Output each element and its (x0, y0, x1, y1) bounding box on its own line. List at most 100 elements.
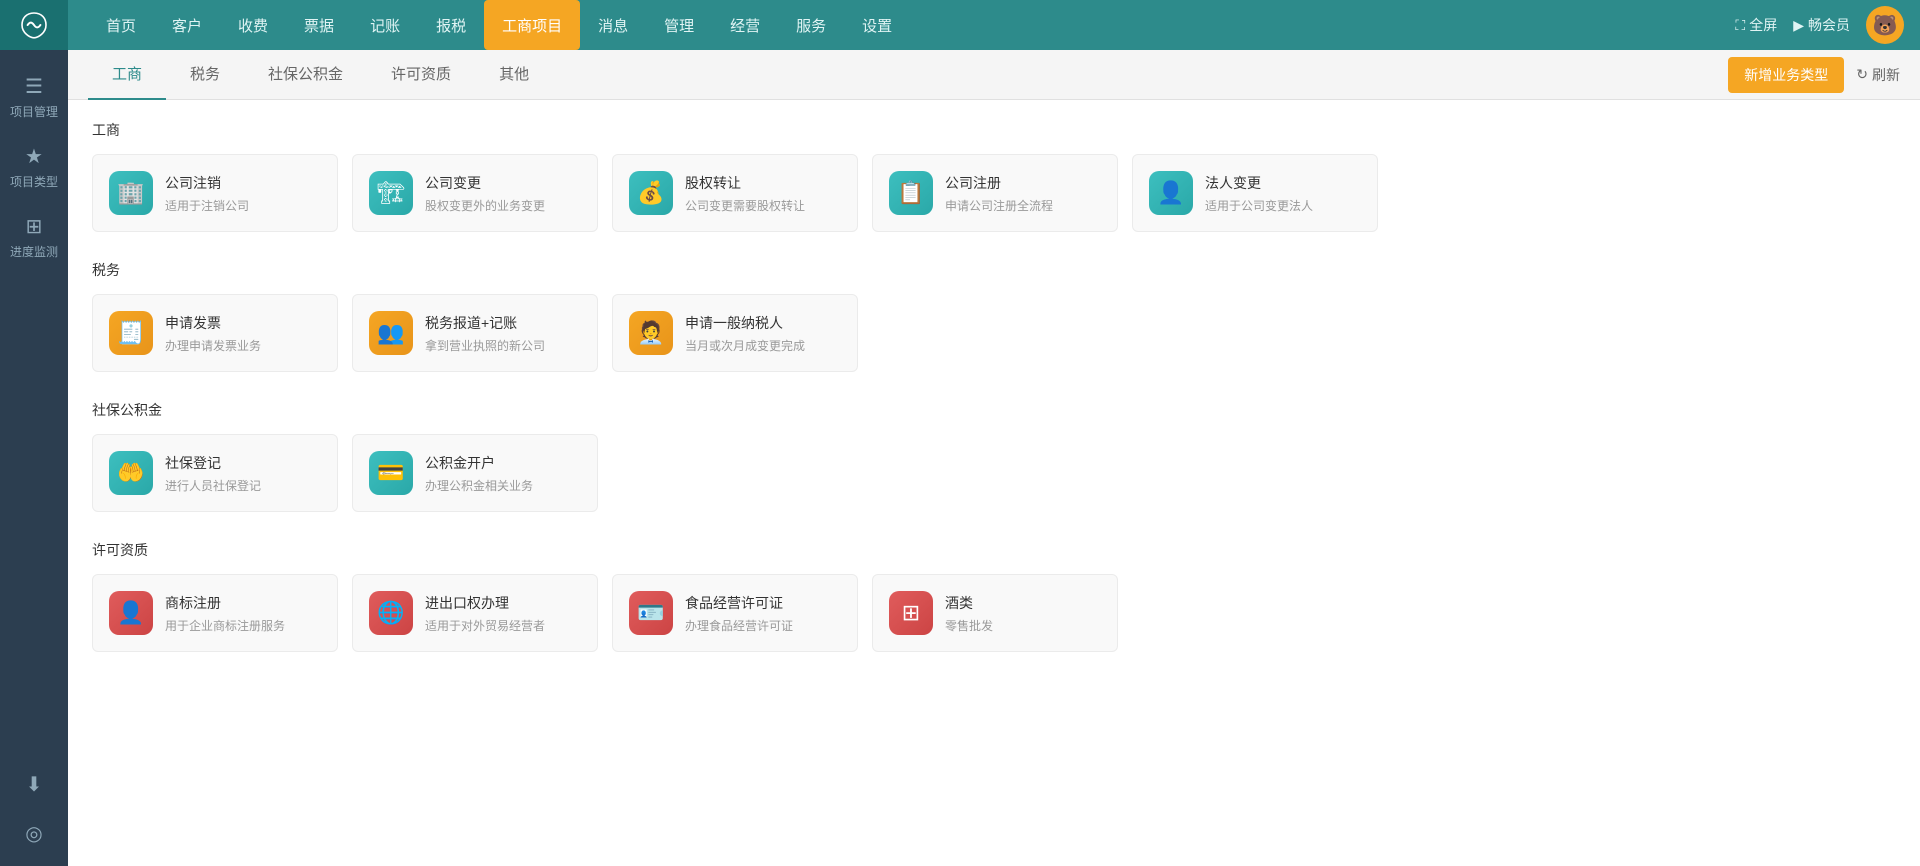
card-equity-transfer[interactable]: 💰 股权转让 公司变更需要股权转让 (612, 154, 858, 232)
cards-business: 🏢 公司注销 适用于注销公司 🏗 公司变更 股权变更外的业务变更 💰 (92, 154, 1896, 232)
sidebar-item-progress-monitor[interactable]: ⊞ 进度监测 (0, 200, 68, 270)
card-desc-invoice-apply: 办理申请发票业务 (165, 337, 261, 354)
card-text-import-export: 进出口权办理 适用于对外贸易经营者 (425, 593, 545, 634)
card-title-invoice-apply: 申请发票 (165, 313, 261, 333)
tab-social-security[interactable]: 社保公积金 (244, 50, 367, 100)
progress-monitor-icon: ⊞ (26, 214, 43, 239)
nav-bookkeeping[interactable]: 记账 (352, 0, 418, 50)
card-text-invoice-apply: 申请发票 办理申请发票业务 (165, 313, 261, 354)
tab-business[interactable]: 工商 (88, 50, 166, 100)
company-register-icon: 📋 (889, 171, 933, 215)
content-area: 工商 税务 社保公积金 许可资质 其他 新增业务类型 ↻ 刷新 工商 🏢 (68, 50, 1920, 866)
card-food-license[interactable]: 🪪 食品经营许可证 办理食品经营许可证 (612, 574, 858, 652)
scroll-area[interactable]: 工商 🏢 公司注销 适用于注销公司 🏗 公司变更 股权变更外的业务变更 (68, 100, 1920, 866)
avatar[interactable]: 🐻 (1866, 6, 1904, 44)
card-desc-legal-change: 适用于公司变更法人 (1205, 197, 1313, 214)
fullscreen-icon: ⛶ (1735, 17, 1745, 34)
sidebar-label-project-type: 项目类型 (10, 173, 58, 190)
company-change-icon: 🏗 (369, 171, 413, 215)
card-text-food-license: 食品经营许可证 办理食品经营许可证 (685, 593, 793, 634)
card-desc-food-license: 办理食品经营许可证 (685, 617, 793, 634)
main-layout: ☰ 项目管理 ★ 项目类型 ⊞ 进度监测 ⬇ ◎ 工商 税务 社保公积金 (0, 50, 1920, 866)
social-insurance-icon: 🤲 (109, 451, 153, 495)
logo[interactable] (0, 0, 68, 50)
vip-icon: ▶ (1793, 17, 1804, 34)
tab-license[interactable]: 许可资质 (367, 50, 475, 100)
card-company-cancel[interactable]: 🏢 公司注销 适用于注销公司 (92, 154, 338, 232)
nav-fee[interactable]: 收费 (220, 0, 286, 50)
nav-service[interactable]: 服务 (778, 0, 844, 50)
cards-social: 🤲 社保登记 进行人员社保登记 💳 公积金开户 办理公积金相关业务 (92, 434, 1896, 512)
refresh-label: 刷新 (1872, 65, 1900, 85)
card-text-social-insurance: 社保登记 进行人员社保登记 (165, 453, 261, 494)
help-icon: ◎ (25, 821, 42, 846)
nav-settings[interactable]: 设置 (844, 0, 910, 50)
tab-actions: 新增业务类型 ↻ 刷新 (1728, 57, 1900, 93)
sidebar-item-project-type[interactable]: ★ 项目类型 (0, 130, 68, 200)
fullscreen-button[interactable]: ⛶ 全屏 (1735, 15, 1777, 35)
refresh-icon: ↻ (1856, 66, 1868, 83)
card-title-tax-report: 税务报道+记账 (425, 313, 545, 333)
card-desc-liquor: 零售批发 (945, 617, 993, 634)
sidebar-label-project-management: 项目管理 (10, 103, 58, 120)
invoice-apply-icon: 🧾 (109, 311, 153, 355)
download-icon: ⬇ (26, 772, 43, 797)
fullscreen-label: 全屏 (1749, 15, 1777, 35)
card-title-company-cancel: 公司注销 (165, 173, 249, 193)
card-desc-company-cancel: 适用于注销公司 (165, 197, 249, 214)
section-title-business: 工商 (92, 120, 1896, 140)
vip-button[interactable]: ▶ 畅会员 (1793, 15, 1850, 35)
card-desc-equity-transfer: 公司变更需要股权转让 (685, 197, 805, 214)
nav-customer[interactable]: 客户 (154, 0, 220, 50)
card-title-liquor: 酒类 (945, 593, 993, 613)
card-desc-import-export: 适用于对外贸易经营者 (425, 617, 545, 634)
sidebar-download[interactable]: ⬇ (0, 758, 68, 807)
card-legal-change[interactable]: 👤 法人变更 适用于公司变更法人 (1132, 154, 1378, 232)
card-company-change[interactable]: 🏗 公司变更 股权变更外的业务变更 (352, 154, 598, 232)
card-text-company-change: 公司变更 股权变更外的业务变更 (425, 173, 545, 214)
section-title-social: 社保公积金 (92, 400, 1896, 420)
card-general-taxpayer[interactable]: 🧑‍💼 申请一般纳税人 当月或次月成变更完成 (612, 294, 858, 372)
card-title-equity-transfer: 股权转让 (685, 173, 805, 193)
card-title-social-insurance: 社保登记 (165, 453, 261, 473)
food-license-icon: 🪪 (629, 591, 673, 635)
nav-management[interactable]: 管理 (646, 0, 712, 50)
card-title-trademark: 商标注册 (165, 593, 285, 613)
card-provident-fund[interactable]: 💳 公积金开户 办理公积金相关业务 (352, 434, 598, 512)
section-title-license: 许可资质 (92, 540, 1896, 560)
card-trademark[interactable]: 👤 商标注册 用于企业商标注册服务 (92, 574, 338, 652)
nav-business-project[interactable]: 工商项目 (484, 0, 580, 50)
card-invoice-apply[interactable]: 🧾 申请发票 办理申请发票业务 (92, 294, 338, 372)
card-title-food-license: 食品经营许可证 (685, 593, 793, 613)
nav-tax-report[interactable]: 报税 (418, 0, 484, 50)
card-import-export[interactable]: 🌐 进出口权办理 适用于对外贸易经营者 (352, 574, 598, 652)
nav-items: 首页 客户 收费 票据 记账 报税 工商项目 消息 管理 经营 服务 设置 (68, 0, 1735, 50)
tabs: 工商 税务 社保公积金 许可资质 其他 (88, 50, 1728, 100)
nav-operation[interactable]: 经营 (712, 0, 778, 50)
legal-change-icon: 👤 (1149, 171, 1193, 215)
sidebar-help[interactable]: ◎ (0, 807, 68, 856)
top-navigation: 首页 客户 收费 票据 记账 报税 工商项目 消息 管理 经营 服务 设置 ⛶ … (0, 0, 1920, 50)
section-title-tax: 税务 (92, 260, 1896, 280)
nav-message[interactable]: 消息 (580, 0, 646, 50)
nav-ticket[interactable]: 票据 (286, 0, 352, 50)
card-liquor[interactable]: ⊞ 酒类 零售批发 (872, 574, 1118, 652)
card-text-equity-transfer: 股权转让 公司变更需要股权转让 (685, 173, 805, 214)
refresh-button[interactable]: ↻ 刷新 (1856, 65, 1900, 85)
card-desc-tax-report: 拿到营业执照的新公司 (425, 337, 545, 354)
add-type-button[interactable]: 新增业务类型 (1728, 57, 1844, 93)
sidebar: ☰ 项目管理 ★ 项目类型 ⊞ 进度监测 ⬇ ◎ (0, 50, 68, 866)
tab-other[interactable]: 其他 (475, 50, 553, 100)
tax-report-icon: 👥 (369, 311, 413, 355)
vip-label: 畅会员 (1808, 15, 1850, 35)
card-title-general-taxpayer: 申请一般纳税人 (685, 313, 805, 333)
card-company-register[interactable]: 📋 公司注册 申请公司注册全流程 (872, 154, 1118, 232)
card-tax-report[interactable]: 👥 税务报道+记账 拿到营业执照的新公司 (352, 294, 598, 372)
card-desc-company-change: 股权变更外的业务变更 (425, 197, 545, 214)
nav-home[interactable]: 首页 (88, 0, 154, 50)
tab-bar: 工商 税务 社保公积金 许可资质 其他 新增业务类型 ↻ 刷新 (68, 50, 1920, 100)
equity-transfer-icon: 💰 (629, 171, 673, 215)
tab-tax[interactable]: 税务 (166, 50, 244, 100)
card-social-insurance[interactable]: 🤲 社保登记 进行人员社保登记 (92, 434, 338, 512)
sidebar-item-project-management[interactable]: ☰ 项目管理 (0, 60, 68, 130)
